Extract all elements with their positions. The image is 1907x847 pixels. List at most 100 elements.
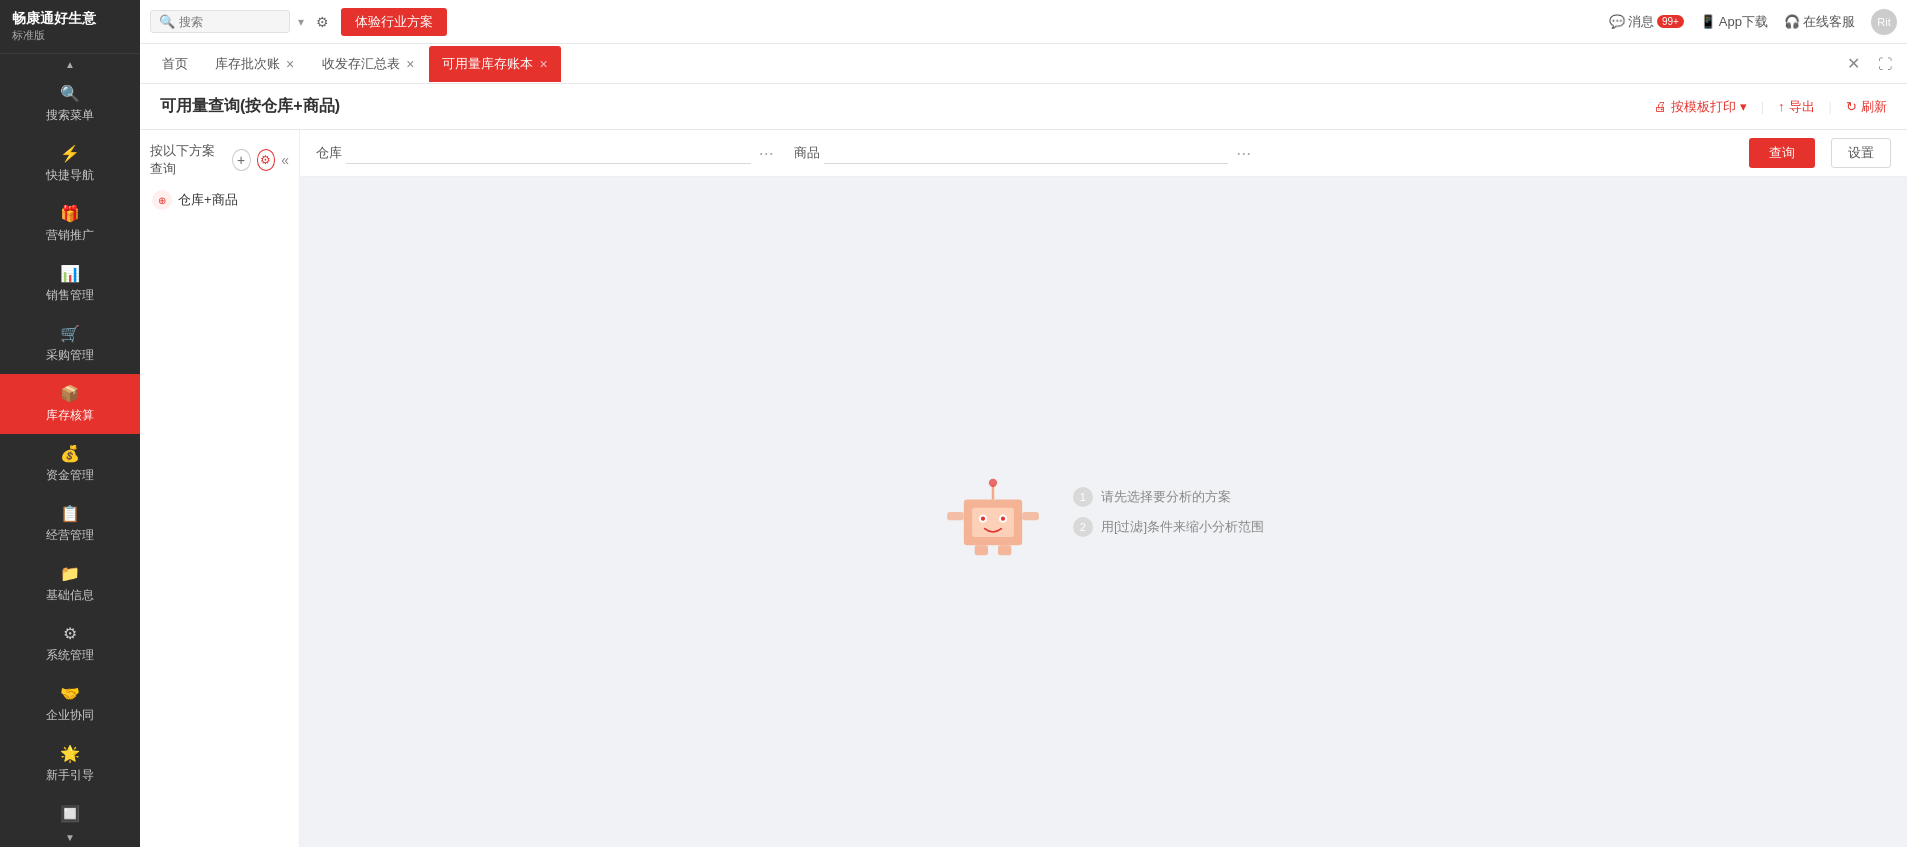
fields-and-actions: 仓库 ··· 商品 ··· 查询 设置	[300, 130, 1907, 847]
sidebar-item-shortcut[interactable]: ⚡ 快捷导航	[0, 134, 140, 194]
tab-inventory-batch[interactable]: 库存批次账 ×	[202, 46, 307, 82]
mobile-icon: 📱	[1700, 14, 1716, 29]
settings-icon[interactable]: ⚙	[316, 14, 329, 30]
sidebar-logo: 畅康通好生意 标准版	[0, 0, 140, 54]
warehouse-icon: ⊕	[158, 195, 166, 206]
trial-button[interactable]: 体验行业方案	[341, 8, 447, 36]
online-service-btn[interactable]: 🎧 在线客服	[1784, 13, 1855, 31]
fields-row: 仓库 ··· 商品 ··· 查询 设置	[300, 130, 1907, 177]
print-icon: 🖨	[1654, 99, 1667, 114]
collapse-icon[interactable]: «	[281, 152, 289, 168]
sidebar-item-system[interactable]: ⚙ 系统管理	[0, 614, 140, 674]
sidebar-item-label: 经营管理	[46, 527, 94, 544]
add-scheme-btn[interactable]: +	[232, 149, 251, 171]
print-dropdown-icon[interactable]: ▾	[1740, 99, 1747, 114]
tab-home[interactable]: 首页	[150, 46, 200, 82]
hint-num-2: 2	[1073, 517, 1093, 537]
sidebar-item-label: 资金管理	[46, 467, 94, 484]
logo-sub: 标准版	[12, 28, 128, 43]
export-label: 导出	[1789, 98, 1815, 116]
search-icon: 🔍	[159, 14, 175, 29]
svg-rect-10	[975, 545, 988, 555]
filter-left-panel: 按以下方案查询 + ⚙ « ⊕ 仓库+商品	[140, 130, 300, 847]
sidebar-item-label: 库存核算	[46, 407, 94, 424]
hint-item-2: 2 用[过滤]条件来缩小分析范围	[1073, 517, 1264, 537]
filter-scheme-label: 按以下方案查询	[150, 142, 226, 178]
sidebar-item-label: 基础信息	[46, 587, 94, 604]
newbie-icon: 🌟	[60, 744, 80, 763]
export-btn[interactable]: ↑ 导出	[1778, 98, 1815, 116]
sidebar-item-purchase[interactable]: 🛒 采购管理	[0, 314, 140, 374]
sidebar-item-inventory[interactable]: 📦 库存核算	[0, 374, 140, 434]
notification-label: 消息	[1628, 13, 1654, 31]
search-menu-icon: 🔍	[60, 84, 80, 103]
operations-icon: 📋	[60, 504, 80, 523]
app-download-btn[interactable]: 📱 App下载	[1700, 13, 1768, 31]
topbar: 🔍 ▾ ⚙ 体验行业方案 💬 消息 99+ 📱 App下载 🎧 在线客服 R	[140, 0, 1907, 44]
sidebar-scroll-down[interactable]: ▼	[0, 827, 140, 847]
warehouse-more-icon[interactable]: ···	[755, 143, 778, 164]
sidebar-item-label: 营销推广	[46, 227, 94, 244]
tab-label: 库存批次账	[215, 55, 280, 73]
avatar: Rit	[1871, 9, 1897, 35]
apps-icon: 🔲	[60, 804, 80, 823]
tab-available-inventory[interactable]: 可用量库存账本 ×	[429, 46, 560, 82]
scheme-label: 仓库+商品	[178, 191, 238, 209]
svg-rect-9	[1022, 512, 1039, 520]
system-icon: ⚙	[60, 624, 80, 643]
logo-title: 畅康通好生意	[12, 10, 128, 28]
close-tab-btn[interactable]: ✕	[1839, 50, 1867, 78]
tab-close-icon[interactable]: ×	[286, 57, 294, 71]
sidebar-item-enterprise[interactable]: 🤝 企业协同	[0, 674, 140, 734]
sidebar-item-label: 快捷导航	[46, 167, 94, 184]
svg-point-7	[989, 479, 997, 487]
hint-text-1: 请先选择要分析的方案	[1101, 488, 1231, 506]
hint-list: 1 请先选择要分析的方案 2 用[过滤]条件来缩小分析范围	[1073, 487, 1264, 537]
tab-close-icon[interactable]: ×	[539, 57, 547, 71]
sidebar-item-search[interactable]: 🔍 搜索菜单	[0, 74, 140, 134]
tab-close-icon[interactable]: ×	[406, 57, 414, 71]
sidebar-item-label: 新手引导	[46, 767, 94, 784]
sidebar-item-capital[interactable]: 💰 资金管理	[0, 434, 140, 494]
dropdown-chevron-icon[interactable]: ▾	[298, 15, 304, 29]
settings-button[interactable]: 设置	[1831, 138, 1891, 168]
goods-more-icon[interactable]: ···	[1232, 143, 1255, 164]
topbar-right: 💬 消息 99+ 📱 App下载 🎧 在线客服 Rit	[1609, 9, 1897, 35]
query-button[interactable]: 查询	[1749, 138, 1815, 168]
goods-input[interactable]	[824, 142, 1229, 164]
svg-rect-8	[947, 512, 964, 520]
home-tab-label: 首页	[162, 55, 188, 73]
topbar-search-box[interactable]: 🔍	[150, 10, 290, 33]
sidebar-item-label: 销售管理	[46, 287, 94, 304]
tab-label: 可用量库存账本	[442, 55, 533, 73]
sidebar-item-apps[interactable]: 🔲 应用中心	[0, 794, 140, 827]
sidebar-scroll-up[interactable]: ▲	[0, 54, 140, 74]
search-input[interactable]	[179, 15, 259, 29]
refresh-label: 刷新	[1861, 98, 1887, 116]
hint-item-1: 1 请先选择要分析的方案	[1073, 487, 1264, 507]
scheme-warehouse-goods[interactable]: ⊕ 仓库+商品	[140, 184, 299, 216]
online-service-label: 在线客服	[1803, 13, 1855, 31]
expand-btn[interactable]: ⛶	[1871, 50, 1899, 78]
sidebar-item-sales[interactable]: 📊 销售管理	[0, 254, 140, 314]
tab-receipt-summary[interactable]: 收发存汇总表 ×	[309, 46, 427, 82]
goods-label: 商品	[794, 144, 820, 162]
refresh-btn[interactable]: ↻ 刷新	[1846, 98, 1887, 116]
sidebar-item-label: 企业协同	[46, 707, 94, 724]
basic-icon: 📁	[60, 564, 80, 583]
user-menu[interactable]: Rit	[1871, 9, 1897, 35]
empty-illustration	[943, 462, 1043, 562]
sidebar-item-basic[interactable]: 📁 基础信息	[0, 554, 140, 614]
page-title: 可用量查询(按仓库+商品)	[160, 96, 340, 117]
edit-scheme-btn[interactable]: ⚙	[257, 149, 276, 171]
sidebar-item-newbie[interactable]: 🌟 新手引导	[0, 734, 140, 794]
sidebar-item-operations[interactable]: 📋 经营管理	[0, 494, 140, 554]
tab-label: 收发存汇总表	[322, 55, 400, 73]
sidebar-item-marketing[interactable]: 🎁 营销推广	[0, 194, 140, 254]
warehouse-field-group: 仓库 ···	[316, 142, 778, 164]
empty-container: 1 请先选择要分析的方案 2 用[过滤]条件来缩小分析范围	[943, 462, 1264, 562]
print-btn[interactable]: 🖨 按模板打印 ▾	[1654, 98, 1747, 116]
warehouse-input[interactable]	[346, 142, 751, 164]
notification-btn[interactable]: 💬 消息 99+	[1609, 13, 1684, 31]
refresh-icon: ↻	[1846, 99, 1857, 114]
